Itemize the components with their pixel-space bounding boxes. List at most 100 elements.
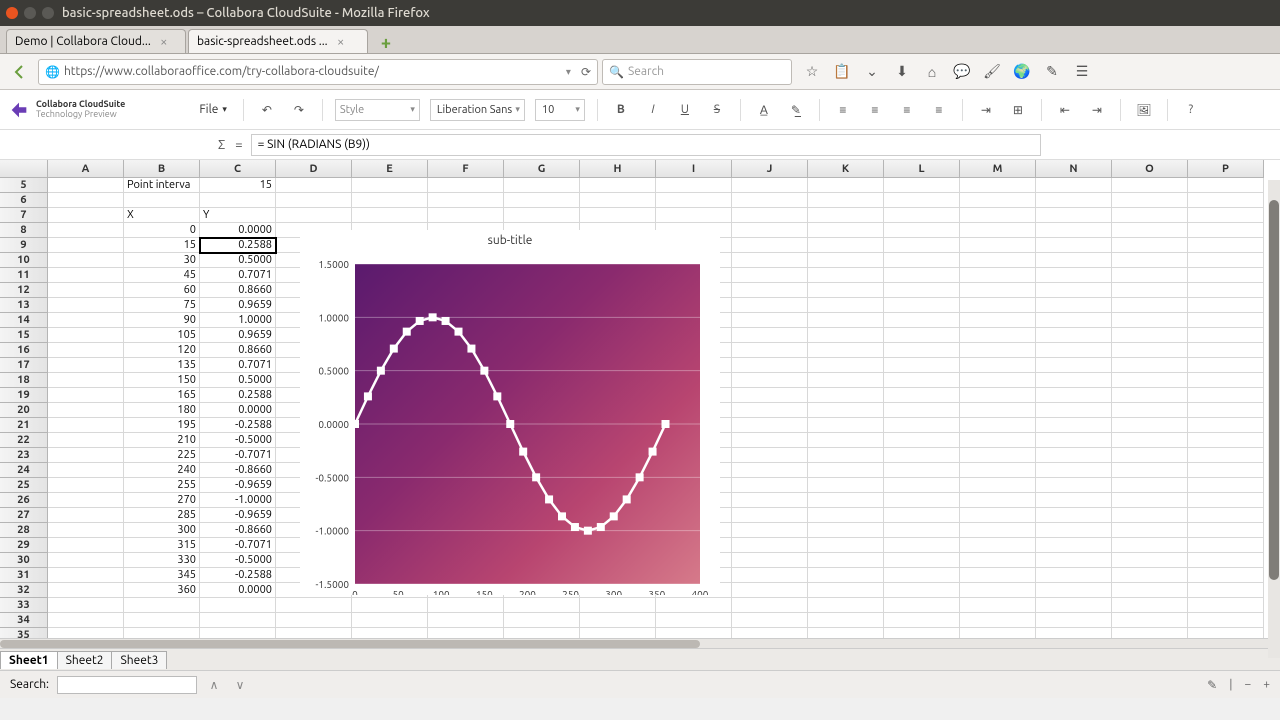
row-header[interactable]: 33 — [0, 598, 48, 613]
cell[interactable] — [48, 463, 124, 478]
cell[interactable] — [276, 178, 352, 193]
cell[interactable] — [884, 328, 960, 343]
cell[interactable] — [960, 238, 1036, 253]
cell[interactable] — [504, 598, 580, 613]
cell[interactable] — [352, 193, 428, 208]
cell[interactable] — [960, 313, 1036, 328]
row-header[interactable]: 9 — [0, 238, 48, 253]
file-menu[interactable]: File▾ — [195, 101, 231, 118]
cell[interactable] — [1112, 253, 1188, 268]
cell[interactable] — [48, 403, 124, 418]
cell[interactable] — [884, 223, 960, 238]
cell[interactable] — [580, 628, 656, 638]
cell[interactable] — [808, 313, 884, 328]
cell[interactable] — [808, 328, 884, 343]
cell[interactable]: 30 — [124, 253, 200, 268]
column-header[interactable]: G — [504, 160, 580, 178]
cell[interactable] — [200, 613, 276, 628]
cell[interactable] — [732, 538, 808, 553]
cell[interactable] — [884, 268, 960, 283]
cell[interactable] — [1112, 418, 1188, 433]
row-header[interactable]: 13 — [0, 298, 48, 313]
cell[interactable] — [1036, 208, 1112, 223]
cell[interactable] — [884, 553, 960, 568]
cell[interactable]: 75 — [124, 298, 200, 313]
undo-button[interactable]: ↶ — [256, 99, 278, 121]
cell[interactable] — [1036, 553, 1112, 568]
cell[interactable] — [808, 478, 884, 493]
cell[interactable] — [884, 253, 960, 268]
cell[interactable] — [808, 388, 884, 403]
cell[interactable] — [884, 373, 960, 388]
cell[interactable]: 0.0000 — [200, 403, 276, 418]
cell[interactable] — [1188, 508, 1264, 523]
cell[interactable] — [48, 538, 124, 553]
browser-tab-1[interactable]: basic-spreadsheet.ods ... × — [188, 29, 368, 53]
cell[interactable] — [48, 193, 124, 208]
cell[interactable] — [48, 358, 124, 373]
sheet-tab-1[interactable]: Sheet2 — [57, 651, 113, 669]
cell[interactable] — [656, 208, 732, 223]
close-icon[interactable] — [6, 7, 18, 19]
cell[interactable] — [732, 448, 808, 463]
cell[interactable] — [1036, 508, 1112, 523]
cell[interactable] — [808, 343, 884, 358]
row-header[interactable]: 5 — [0, 178, 48, 193]
row-header[interactable]: 32 — [0, 583, 48, 598]
cell[interactable] — [656, 628, 732, 638]
cell[interactable] — [1188, 448, 1264, 463]
row-header[interactable]: 10 — [0, 253, 48, 268]
search-input[interactable]: 🔍 Search — [602, 59, 792, 85]
image-button[interactable]: 🖼 — [1133, 99, 1155, 121]
cell[interactable] — [1036, 238, 1112, 253]
cell[interactable] — [1036, 343, 1112, 358]
cell[interactable] — [48, 328, 124, 343]
cell[interactable]: -0.5000 — [200, 553, 276, 568]
cell[interactable] — [428, 613, 504, 628]
column-header[interactable]: F — [428, 160, 504, 178]
cell[interactable] — [1188, 583, 1264, 598]
cell[interactable] — [1112, 313, 1188, 328]
row-header[interactable]: 35 — [0, 628, 48, 638]
column-header[interactable]: M — [960, 160, 1036, 178]
cell[interactable]: -0.8660 — [200, 463, 276, 478]
cell[interactable]: 0.2588 — [200, 388, 276, 403]
column-header[interactable]: D — [276, 160, 352, 178]
cell[interactable] — [960, 193, 1036, 208]
cell[interactable] — [1112, 583, 1188, 598]
row-header[interactable]: 29 — [0, 538, 48, 553]
cell[interactable] — [808, 448, 884, 463]
cell[interactable]: -0.9659 — [200, 508, 276, 523]
cell[interactable] — [1036, 328, 1112, 343]
cell[interactable] — [1112, 388, 1188, 403]
cell[interactable]: Y — [200, 208, 276, 223]
cell[interactable] — [1188, 373, 1264, 388]
cell[interactable] — [960, 208, 1036, 223]
cell[interactable] — [504, 208, 580, 223]
help-button[interactable]: ? — [1180, 99, 1202, 121]
cell[interactable] — [732, 343, 808, 358]
spreadsheet-grid[interactable]: ABCDEFGHIJKLMNOP5Point interva1567XY800.… — [0, 160, 1280, 638]
column-header[interactable]: K — [808, 160, 884, 178]
cell[interactable] — [884, 433, 960, 448]
cell[interactable] — [428, 628, 504, 638]
sheet-tab-2[interactable]: Sheet3 — [111, 651, 167, 669]
cell[interactable] — [656, 598, 732, 613]
reload-icon[interactable]: ⟳ — [581, 65, 591, 79]
cell[interactable] — [48, 238, 124, 253]
cell[interactable] — [200, 598, 276, 613]
align-justify-button[interactable]: ≡ — [928, 99, 950, 121]
cell[interactable] — [504, 628, 580, 638]
cell[interactable] — [884, 613, 960, 628]
cell[interactable]: 300 — [124, 523, 200, 538]
cell[interactable] — [48, 343, 124, 358]
cell[interactable] — [1188, 523, 1264, 538]
cell[interactable] — [48, 598, 124, 613]
embedded-chart[interactable]: sub-title -1.5000-1.0000-0.50000.00000.5… — [300, 230, 720, 595]
cell[interactable] — [1036, 463, 1112, 478]
cell[interactable] — [1188, 628, 1264, 638]
cell[interactable] — [732, 328, 808, 343]
cell[interactable] — [1036, 403, 1112, 418]
cell[interactable] — [1112, 613, 1188, 628]
cell[interactable]: 180 — [124, 403, 200, 418]
